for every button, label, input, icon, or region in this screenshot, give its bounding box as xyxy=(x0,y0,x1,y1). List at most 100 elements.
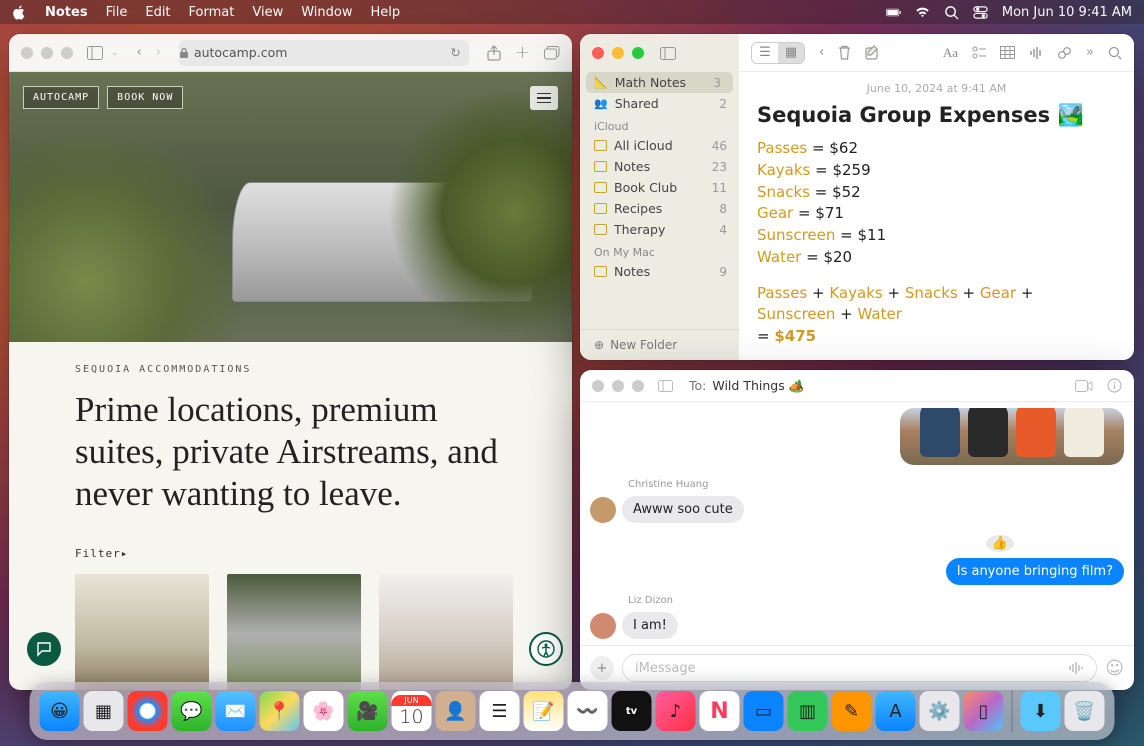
dock-trash-icon[interactable]: 🗑️ xyxy=(1065,691,1105,731)
wifi-status-icon[interactable] xyxy=(915,5,930,20)
dock-freeform-icon[interactable]: 〰️ xyxy=(568,691,608,731)
folder-all-icloud[interactable]: All iCloud46 xyxy=(580,135,739,156)
chat-widget-button[interactable] xyxy=(27,632,61,666)
dock-launchpad-icon[interactable]: ▦ xyxy=(84,691,124,731)
dock-reminders-icon[interactable]: ☰ xyxy=(480,691,520,731)
apps-button[interactable]: + xyxy=(590,656,614,680)
link-icon[interactable] xyxy=(1057,46,1072,60)
compose-note-icon[interactable] xyxy=(865,45,880,60)
folder-notes[interactable]: Notes9 xyxy=(580,261,739,282)
menubar-clock[interactable]: Mon Jun 10 9:41 AM xyxy=(1002,5,1132,20)
thumbnail-1[interactable] xyxy=(75,574,209,690)
spotlight-icon[interactable] xyxy=(944,5,959,20)
dock-keynote-icon[interactable]: ▭ xyxy=(744,691,784,731)
dock-appstore-icon[interactable]: A xyxy=(876,691,916,731)
menu-help[interactable]: Help xyxy=(370,5,400,20)
sidebar-toggle-icon[interactable] xyxy=(660,47,676,60)
checklist-icon[interactable] xyxy=(972,46,986,60)
share-icon[interactable] xyxy=(487,42,501,63)
emoji-picker-icon[interactable]: ☺ xyxy=(1105,658,1124,679)
filter-button[interactable]: Filter▸ xyxy=(75,547,512,560)
message-bubble[interactable]: Awww soo cute xyxy=(622,496,744,523)
back-icon[interactable]: ‹ xyxy=(819,45,824,60)
dock-news-icon[interactable]: N xyxy=(700,691,740,731)
folder-therapy[interactable]: Therapy4 xyxy=(580,219,739,240)
message-bubble[interactable]: Is anyone bringing film? xyxy=(946,558,1124,585)
more-icon[interactable]: » xyxy=(1086,45,1094,60)
compose-input[interactable]: iMessage xyxy=(622,654,1097,682)
dock-messages-icon[interactable]: 💬 xyxy=(172,691,212,731)
info-icon[interactable] xyxy=(1107,378,1122,393)
active-app-name[interactable]: Notes xyxy=(45,5,88,20)
url-bar[interactable]: autocamp.com ↻ xyxy=(179,40,469,66)
back-button[interactable]: ‹ xyxy=(137,45,142,60)
brand-logo[interactable]: AUTOCAMP xyxy=(23,86,99,109)
audio-message-icon[interactable] xyxy=(1068,662,1084,674)
traffic-lights[interactable] xyxy=(592,380,644,392)
tabs-overview-icon[interactable] xyxy=(544,42,560,63)
dock-numbers-icon[interactable]: ▥ xyxy=(788,691,828,731)
new-tab-icon[interactable]: + xyxy=(515,42,530,63)
dock-photos-icon[interactable]: 🌸 xyxy=(304,691,344,731)
dock-downloads-icon[interactable]: ⬇ xyxy=(1021,691,1061,731)
audio-icon[interactable] xyxy=(1029,46,1043,60)
note-editor[interactable]: June 10, 2024 at 9:41 AM Sequoia Group E… xyxy=(739,72,1134,360)
calc-icon: 📐 xyxy=(594,76,608,89)
dock-finder-icon[interactable]: 😀 xyxy=(40,691,80,731)
dock-mail-icon[interactable]: ✉️ xyxy=(216,691,256,731)
thumbnail-2[interactable] xyxy=(227,574,361,690)
folder-icon xyxy=(594,161,607,172)
dock-contacts-icon[interactable]: 👤 xyxy=(436,691,476,731)
menu-window[interactable]: Window xyxy=(301,5,352,20)
trash-icon[interactable] xyxy=(838,45,851,60)
battery-status-icon[interactable] xyxy=(886,5,901,20)
reload-icon[interactable]: ↻ xyxy=(450,45,460,60)
folder-recipes[interactable]: Recipes8 xyxy=(580,198,739,219)
folder-book-club[interactable]: Book Club11 xyxy=(580,177,739,198)
dock-calendar-icon[interactable]: JUN10 xyxy=(392,691,432,731)
facetime-video-icon[interactable] xyxy=(1075,378,1093,393)
menu-edit[interactable]: Edit xyxy=(145,5,170,20)
dock-pages-icon[interactable]: ✎ xyxy=(832,691,872,731)
list-view-icon[interactable]: ☰ xyxy=(752,43,778,63)
menu-view[interactable]: View xyxy=(252,5,283,20)
dock-tv-icon[interactable]: tv xyxy=(612,691,652,731)
note-title: Sequoia Group Expenses 🏞️ xyxy=(757,103,1116,128)
search-icon[interactable] xyxy=(1108,46,1122,60)
folder-math-notes[interactable]: 📐Math Notes3 xyxy=(586,72,733,93)
message-bubble[interactable]: I am! xyxy=(622,612,678,639)
view-mode-segment[interactable]: ☰ ▦ xyxy=(751,42,805,64)
sidebar-toggle-icon[interactable] xyxy=(87,46,103,60)
dock-facetime-icon[interactable]: 🎥 xyxy=(348,691,388,731)
control-center-icon[interactable] xyxy=(973,5,988,20)
dock-notes-icon[interactable]: 📝 xyxy=(524,691,564,731)
traffic-lights[interactable] xyxy=(592,47,644,59)
tapback-reaction[interactable]: 👍 xyxy=(986,535,1014,552)
dock-mirroring-icon[interactable]: ▯ xyxy=(964,691,1004,731)
table-icon[interactable] xyxy=(1000,46,1015,59)
book-now-button[interactable]: BOOK NOW xyxy=(107,86,183,109)
avatar[interactable] xyxy=(590,613,616,639)
message-photo[interactable] xyxy=(900,408,1124,465)
dock-safari-icon[interactable] xyxy=(128,691,168,731)
conversation-name[interactable]: Wild Things 🏕️ xyxy=(712,378,804,394)
message-thread[interactable]: Christine HuangAwww soo cute👍Is anyone b… xyxy=(580,402,1134,645)
site-menu-button[interactable] xyxy=(530,86,558,110)
thumbnail-3[interactable] xyxy=(379,574,513,690)
gallery-view-icon[interactable]: ▦ xyxy=(778,43,804,63)
new-folder-button[interactable]: ⊕ New Folder xyxy=(580,329,739,360)
folder-notes[interactable]: Notes23 xyxy=(580,156,739,177)
dock-settings-icon[interactable]: ⚙️ xyxy=(920,691,960,731)
menu-format[interactable]: Format xyxy=(189,5,235,20)
sidebar-toggle-icon[interactable] xyxy=(658,380,673,392)
folder-shared[interactable]: 👥Shared2 xyxy=(580,93,739,114)
avatar[interactable] xyxy=(590,497,616,523)
menu-file[interactable]: File xyxy=(106,5,128,20)
forward-button[interactable]: › xyxy=(156,45,161,60)
accessibility-button[interactable] xyxy=(529,632,563,666)
traffic-lights[interactable] xyxy=(21,47,73,59)
dock-maps-icon[interactable]: 📍 xyxy=(260,691,300,731)
text-style-icon[interactable]: Aa xyxy=(943,45,958,61)
dock-music-icon[interactable]: ♪ xyxy=(656,691,696,731)
apple-menu-icon[interactable] xyxy=(12,5,27,20)
